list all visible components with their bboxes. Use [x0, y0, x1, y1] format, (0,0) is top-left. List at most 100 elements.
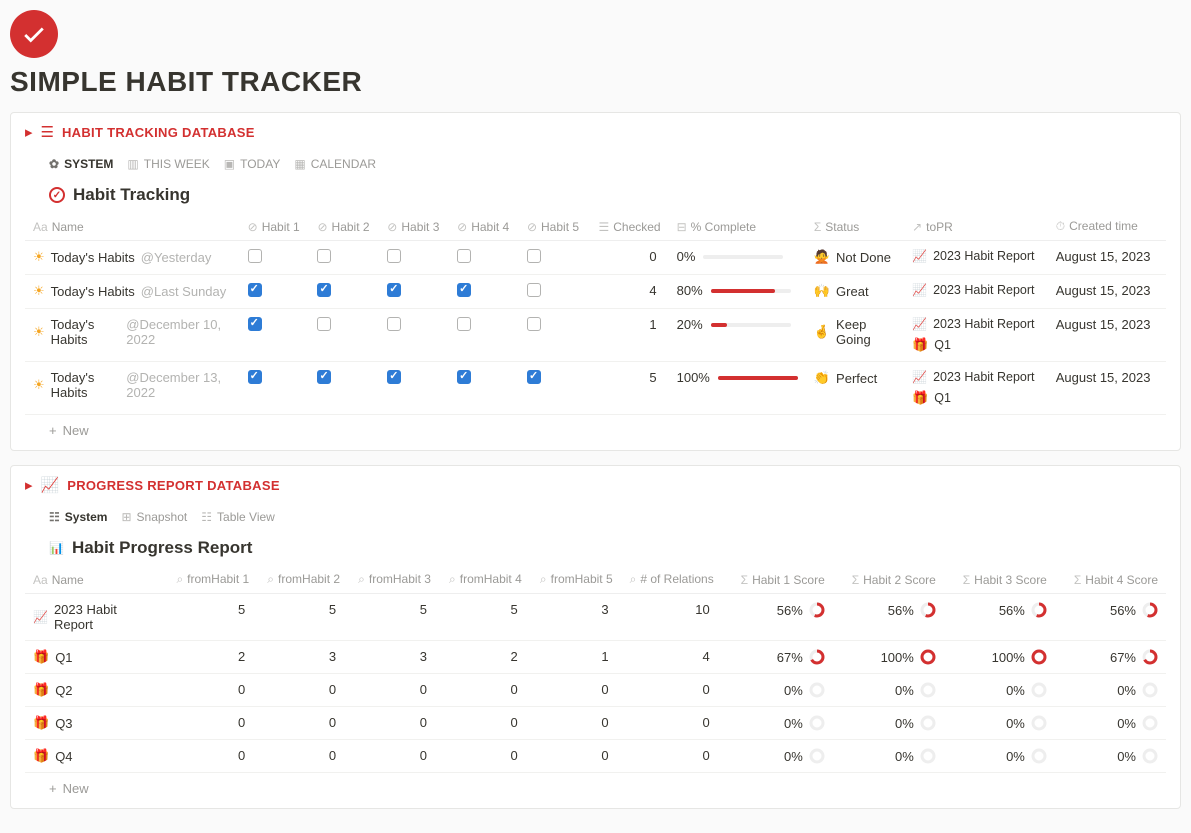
col-habit4[interactable]: Habit 4 [471, 220, 509, 234]
sun-icon: ☀ [33, 249, 45, 265]
relation-item[interactable]: 📈2023 Habit Report [912, 249, 1040, 263]
habit-5-checkbox[interactable] [527, 317, 541, 331]
row-name[interactable]: 🎁Q3 [33, 715, 158, 731]
row-name[interactable]: 🎁Q4 [33, 748, 158, 764]
tab-snapshot[interactable]: ⊞Snapshot [121, 510, 187, 524]
habit-3-checkbox[interactable] [387, 283, 401, 297]
tab-system[interactable]: ✿SYSTEM [49, 157, 113, 171]
row-name[interactable]: ☀Today's Habits @Last Sunday [33, 283, 232, 299]
relation-item[interactable]: 📈2023 Habit Report [912, 370, 1040, 384]
col-score1[interactable]: Habit 1 Score [752, 573, 825, 587]
progress-ring [1142, 649, 1158, 665]
row-name[interactable]: ☀Today's Habits @Yesterday [33, 249, 232, 265]
table-row[interactable]: 🎁Q123321467%100%100%67% [25, 641, 1166, 674]
progress-table-title[interactable]: 📊 Habit Progress Report [25, 534, 1166, 566]
col-complete[interactable]: % Complete [691, 220, 756, 234]
relation-item[interactable]: 🎁Q1 [912, 390, 1040, 406]
col-fromhabit3[interactable]: fromHabit 3 [369, 572, 431, 586]
habit-4-checkbox[interactable] [457, 370, 471, 384]
habit-5-checkbox[interactable] [527, 283, 541, 297]
habit-3-checkbox[interactable] [387, 249, 401, 263]
col-status[interactable]: Status [825, 220, 859, 234]
relations-count: 10 [621, 594, 722, 641]
table-row[interactable]: ☀Today's Habits @Yesterday00%🙅Not Done📈2… [25, 241, 1166, 275]
habit-1-checkbox[interactable] [248, 317, 262, 331]
row-name[interactable]: ☀Today's Habits @December 13, 2022 [33, 370, 232, 400]
row-name[interactable]: 🎁Q2 [33, 682, 158, 698]
habit-2-checkbox[interactable] [317, 283, 331, 297]
habit-table-header: AaName ⊘Habit 1 ⊘Habit 2 ⊘Habit 3 ⊘Habit… [25, 213, 1166, 241]
habit-2-checkbox[interactable] [317, 370, 331, 384]
table-row[interactable]: 🎁Q30000000%0%0%0% [25, 707, 1166, 740]
section-header-habit[interactable]: ▸ ☰ HABIT TRACKING DATABASE [25, 123, 1166, 141]
row-name[interactable]: ☀Today's Habits @December 10, 2022 [33, 317, 232, 347]
col-fromhabit4[interactable]: fromHabit 4 [460, 572, 522, 586]
habit-4-checkbox[interactable] [457, 283, 471, 297]
col-checked[interactable]: Checked [613, 220, 660, 234]
habit-5-checkbox[interactable] [527, 249, 541, 263]
fromhabit-1-value: 0 [166, 707, 257, 740]
table-row[interactable]: 🎁Q20000000%0%0%0% [25, 674, 1166, 707]
rollup-icon: ⌕ [176, 572, 183, 586]
habit-2-checkbox[interactable] [317, 249, 331, 263]
progress-ring [1031, 682, 1047, 698]
col-fromhabit5[interactable]: fromHabit 5 [551, 572, 613, 586]
col-fromhabit1[interactable]: fromHabit 1 [187, 572, 249, 586]
col-created[interactable]: Created time [1069, 219, 1138, 233]
tab-calendar[interactable]: ▦CALENDAR [294, 157, 376, 171]
row-name[interactable]: 📈2023 Habit Report [33, 602, 158, 632]
tab-system[interactable]: ☷System [49, 510, 107, 524]
habit-3-checkbox[interactable] [387, 370, 401, 384]
tab-this-week[interactable]: ▥THIS WEEK [127, 157, 209, 171]
status-text: Keep Going [836, 317, 896, 347]
rollup-icon: ⌕ [449, 572, 456, 586]
relation-item[interactable]: 🎁Q1 [912, 337, 1040, 353]
table-row[interactable]: ☀Today's Habits @December 13, 20225100%👏… [25, 362, 1166, 415]
col-relations[interactable]: # of Relations [640, 572, 713, 586]
section-header-progress[interactable]: ▸ 📈 PROGRESS REPORT DATABASE [25, 476, 1166, 494]
relation-item[interactable]: 📈2023 Habit Report [912, 317, 1040, 331]
col-fromhabit2[interactable]: fromHabit 2 [278, 572, 340, 586]
check-icon: ⊘ [317, 220, 327, 234]
table-row[interactable]: 📈2023 Habit Report555531056%56%56%56% [25, 594, 1166, 641]
fromhabit-2-value: 0 [257, 740, 348, 773]
fromhabit-2-value: 3 [257, 641, 348, 674]
table-row[interactable]: 🎁Q40000000%0%0%0% [25, 740, 1166, 773]
habit-4-checkbox[interactable] [457, 249, 471, 263]
clock-icon: ⏱ [1056, 219, 1065, 233]
col-topr[interactable]: toPR [926, 220, 953, 234]
row-name[interactable]: 🎁Q1 [33, 649, 158, 665]
table-row[interactable]: ☀Today's Habits @Last Sunday480%🙌Great📈2… [25, 275, 1166, 309]
col-score4[interactable]: Habit 4 Score [1085, 573, 1158, 587]
tab-today[interactable]: ▣TODAY [224, 157, 281, 171]
col-score3[interactable]: Habit 3 Score [974, 573, 1047, 587]
row-relative-date: @Yesterday [141, 250, 212, 265]
col-name[interactable]: Name [52, 220, 84, 234]
row-relative-date: @December 13, 2022 [126, 370, 231, 400]
col-score2[interactable]: Habit 2 Score [863, 573, 936, 587]
row-title: Today's Habits [51, 317, 121, 347]
col-habit1[interactable]: Habit 1 [262, 220, 300, 234]
habit-table: AaName ⊘Habit 1 ⊘Habit 2 ⊘Habit 3 ⊘Habit… [25, 213, 1166, 415]
relation-label: 2023 Habit Report [933, 283, 1034, 297]
habit-3-checkbox[interactable] [387, 317, 401, 331]
fromhabit-4-value: 2 [439, 641, 530, 674]
tab-label: THIS WEEK [144, 157, 210, 171]
text-icon: Aa [33, 220, 48, 234]
habit-1-checkbox[interactable] [248, 249, 262, 263]
habit-5-checkbox[interactable] [527, 370, 541, 384]
tab-table-view[interactable]: ☷Table View [201, 510, 275, 524]
progress-new-row[interactable]: +New [25, 773, 1166, 798]
habit-4-checkbox[interactable] [457, 317, 471, 331]
table-row[interactable]: ☀Today's Habits @December 10, 2022120%🤞K… [25, 309, 1166, 362]
habit-1-checkbox[interactable] [248, 370, 262, 384]
habit-new-row[interactable]: +New [25, 415, 1166, 440]
col-habit2[interactable]: Habit 2 [332, 220, 370, 234]
habit-1-checkbox[interactable] [248, 283, 262, 297]
col-name[interactable]: Name [52, 573, 84, 587]
habit-2-checkbox[interactable] [317, 317, 331, 331]
habit-table-title[interactable]: Habit Tracking [25, 181, 1166, 213]
relation-item[interactable]: 📈2023 Habit Report [912, 283, 1040, 297]
col-habit5[interactable]: Habit 5 [541, 220, 579, 234]
col-habit3[interactable]: Habit 3 [401, 220, 439, 234]
